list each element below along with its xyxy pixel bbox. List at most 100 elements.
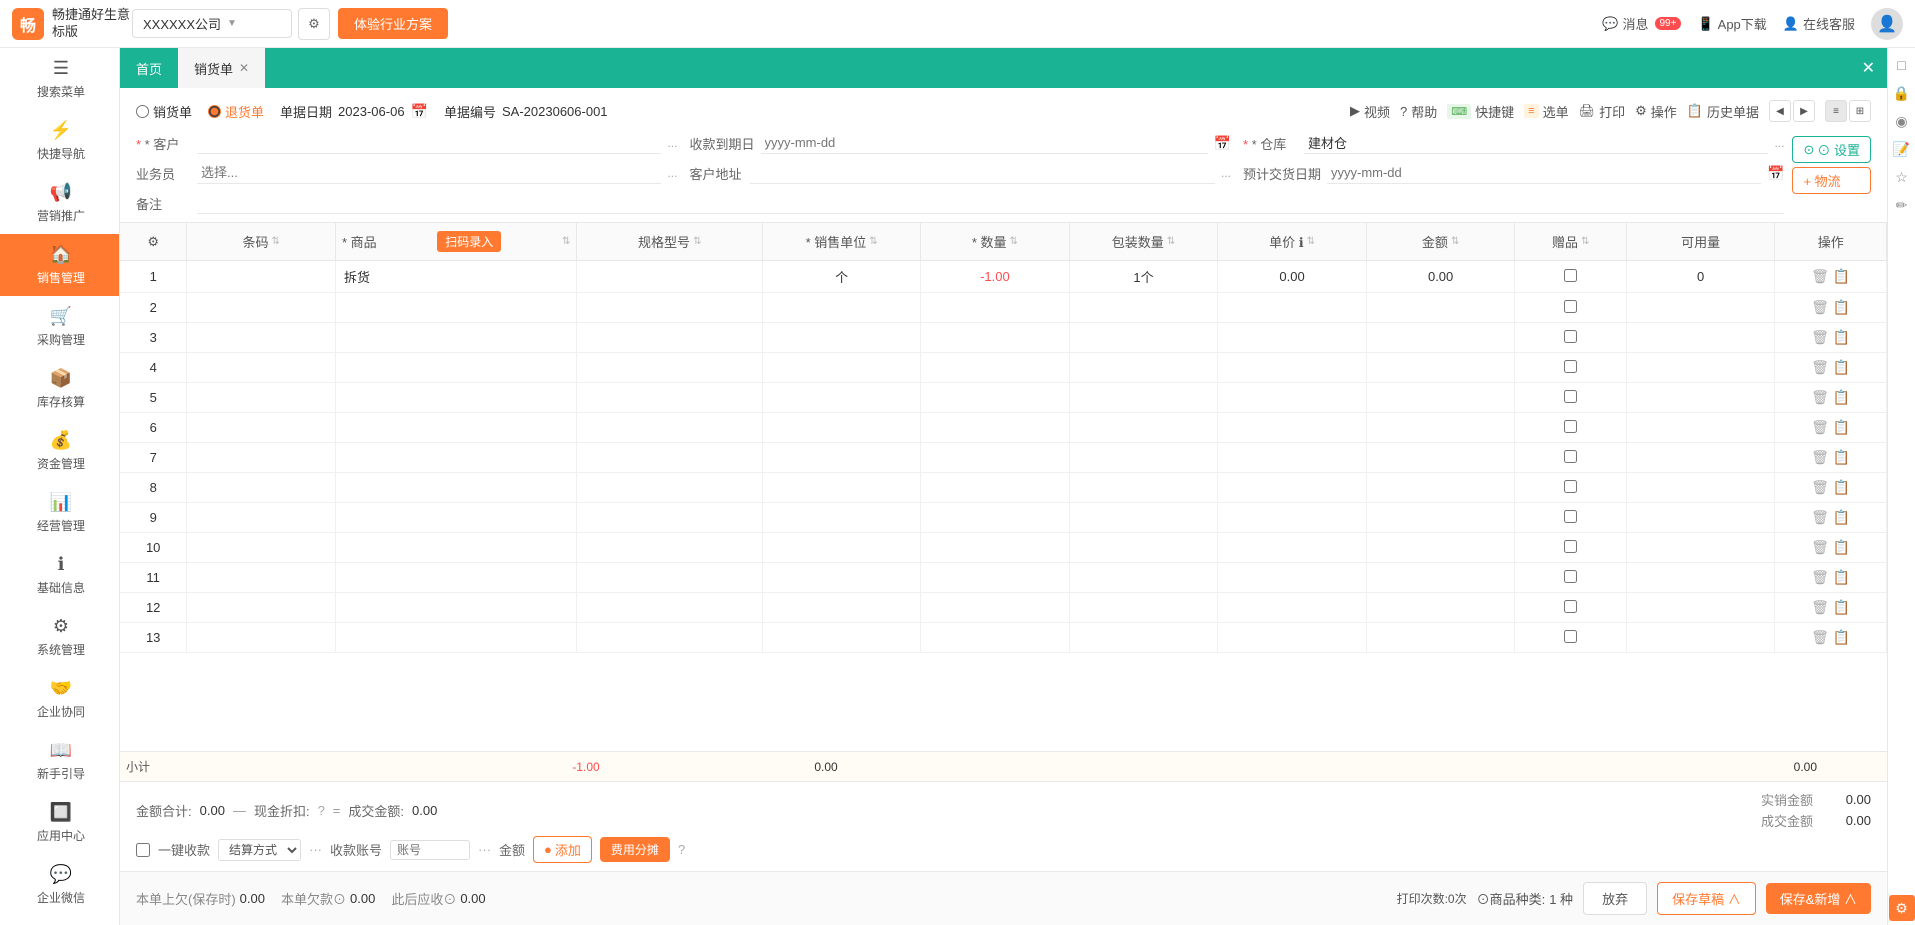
row-barcode[interactable] <box>187 261 336 293</box>
row-price[interactable] <box>1218 503 1367 533</box>
sidebar-item-operations[interactable]: 📊 经营管理 <box>0 482 119 544</box>
row-pack[interactable] <box>1069 353 1218 383</box>
customer-input[interactable] <box>197 132 661 154</box>
delete-icon[interactable]: 🗑 <box>1811 419 1829 436</box>
sidebar-item-quicknav[interactable]: ⚡ 快捷导航 <box>0 110 119 172</box>
row-amount[interactable]: 0.00 <box>1366 261 1515 293</box>
row-unit[interactable]: 个 <box>763 261 921 293</box>
row-spec[interactable] <box>577 383 763 413</box>
row-amount[interactable] <box>1366 533 1515 563</box>
gift-checkbox[interactable] <box>1564 480 1577 493</box>
row-price[interactable] <box>1218 593 1367 623</box>
avatar[interactable]: 👤 <box>1871 8 1903 40</box>
print-btn[interactable]: 🖨 打印 <box>1579 102 1626 121</box>
settings-col-icon[interactable]: ⚙ <box>147 234 159 249</box>
sidebar-item-wechat[interactable]: 💬 企业微信 <box>0 854 119 916</box>
row-price[interactable] <box>1218 293 1367 323</box>
delete-icon[interactable]: 🗑 <box>1811 599 1829 616</box>
row-pack[interactable] <box>1069 503 1218 533</box>
copy-icon[interactable]: 📋 <box>1833 449 1850 466</box>
row-pack[interactable] <box>1069 293 1218 323</box>
row-price[interactable] <box>1218 323 1367 353</box>
row-barcode[interactable] <box>187 503 336 533</box>
row-unit[interactable] <box>763 503 921 533</box>
row-product[interactable] <box>335 563 576 593</box>
copy-icon[interactable]: 📋 <box>1833 479 1850 496</box>
spec-sort-icon[interactable]: ⇅ <box>693 236 701 247</box>
row-pack[interactable] <box>1069 413 1218 443</box>
row-product[interactable] <box>335 593 576 623</box>
row-qty[interactable] <box>921 593 1070 623</box>
next-arrow[interactable]: ▶ <box>1793 100 1815 122</box>
calendar3-icon[interactable]: 📅 <box>1767 165 1784 182</box>
row-barcode[interactable] <box>187 383 336 413</box>
sidebar-item-search[interactable]: ☰ 搜索菜单 <box>0 48 119 110</box>
warehouse-dots[interactable]: ... <box>1774 136 1784 150</box>
row-product[interactable] <box>335 533 576 563</box>
customer-dots[interactable]: ... <box>667 136 677 150</box>
remarks-input[interactable] <box>197 192 1784 214</box>
row-qty[interactable] <box>921 443 1070 473</box>
row-gift[interactable] <box>1515 533 1626 563</box>
row-qty[interactable] <box>921 503 1070 533</box>
gift-checkbox[interactable] <box>1564 540 1577 553</box>
row-barcode[interactable] <box>187 473 336 503</box>
copy-icon[interactable]: 📋 <box>1833 539 1850 556</box>
delete-icon[interactable]: 🗑 <box>1811 299 1829 316</box>
row-amount[interactable] <box>1366 443 1515 473</box>
row-pack[interactable] <box>1069 473 1218 503</box>
delete-icon[interactable]: 🗑 <box>1811 449 1829 466</box>
row-qty[interactable] <box>921 413 1070 443</box>
gift-checkbox[interactable] <box>1564 269 1577 282</box>
gift-checkbox[interactable] <box>1564 600 1577 613</box>
price-sort-icon[interactable]: ⇅ <box>1307 236 1315 247</box>
row-unit[interactable] <box>763 473 921 503</box>
copy-icon[interactable]: 📋 <box>1833 299 1850 316</box>
settings-button[interactable]: ⊙ ⊙ 设置 <box>1792 136 1871 163</box>
row-amount[interactable] <box>1366 503 1515 533</box>
row-gift[interactable] <box>1515 443 1626 473</box>
calendar-icon[interactable]: 📅 <box>411 103 428 120</box>
abandon-button[interactable]: 放弃 <box>1583 882 1647 915</box>
unit-sort-icon[interactable]: ⇅ <box>869 236 877 247</box>
row-gift[interactable] <box>1515 593 1626 623</box>
row-product[interactable] <box>335 413 576 443</box>
row-price[interactable] <box>1218 353 1367 383</box>
barcode-input[interactable] <box>193 269 329 284</box>
copy-icon[interactable]: 📋 <box>1833 629 1850 646</box>
delete-icon[interactable]: 🗑 <box>1811 479 1829 496</box>
row-spec[interactable] <box>577 413 763 443</box>
delete-icon[interactable]: 🗑 <box>1811 329 1829 346</box>
radio-return-input[interactable] <box>208 105 221 118</box>
row-unit[interactable] <box>763 293 921 323</box>
row-amount[interactable] <box>1366 593 1515 623</box>
row-qty[interactable] <box>921 323 1070 353</box>
row-barcode[interactable] <box>187 293 336 323</box>
row-unit[interactable] <box>763 353 921 383</box>
row-amount[interactable] <box>1366 473 1515 503</box>
row-pack[interactable] <box>1069 323 1218 353</box>
row-barcode[interactable] <box>187 323 336 353</box>
row-product[interactable] <box>335 353 576 383</box>
app-download-action[interactable]: 📱 App下载 <box>1697 14 1766 33</box>
row-price[interactable] <box>1218 473 1367 503</box>
list-view-btn[interactable]: ≡ <box>1825 100 1847 122</box>
video-btn[interactable]: ▶ 视频 <box>1350 102 1390 121</box>
row-price[interactable]: 0.00 <box>1218 261 1367 293</box>
row-unit[interactable] <box>763 533 921 563</box>
copy-icon[interactable]: 📋 <box>1833 329 1850 346</box>
gift-checkbox[interactable] <box>1564 510 1577 523</box>
row-amount[interactable] <box>1366 293 1515 323</box>
customer-addr-input[interactable] <box>750 162 1214 184</box>
row-amount[interactable] <box>1366 563 1515 593</box>
row-barcode[interactable] <box>187 563 336 593</box>
row-gift[interactable] <box>1515 323 1626 353</box>
product-sort-icon[interactable]: ⇅ <box>562 236 570 247</box>
right-tool-bottom[interactable]: ⚙ <box>1889 895 1915 921</box>
row-price[interactable] <box>1218 563 1367 593</box>
row-product[interactable] <box>335 323 576 353</box>
addr-dots[interactable]: ... <box>1221 166 1231 180</box>
gift-checkbox[interactable] <box>1564 300 1577 313</box>
copy-icon[interactable]: 📋 <box>1833 389 1850 406</box>
delete-icon[interactable]: 🗑 <box>1811 359 1829 376</box>
